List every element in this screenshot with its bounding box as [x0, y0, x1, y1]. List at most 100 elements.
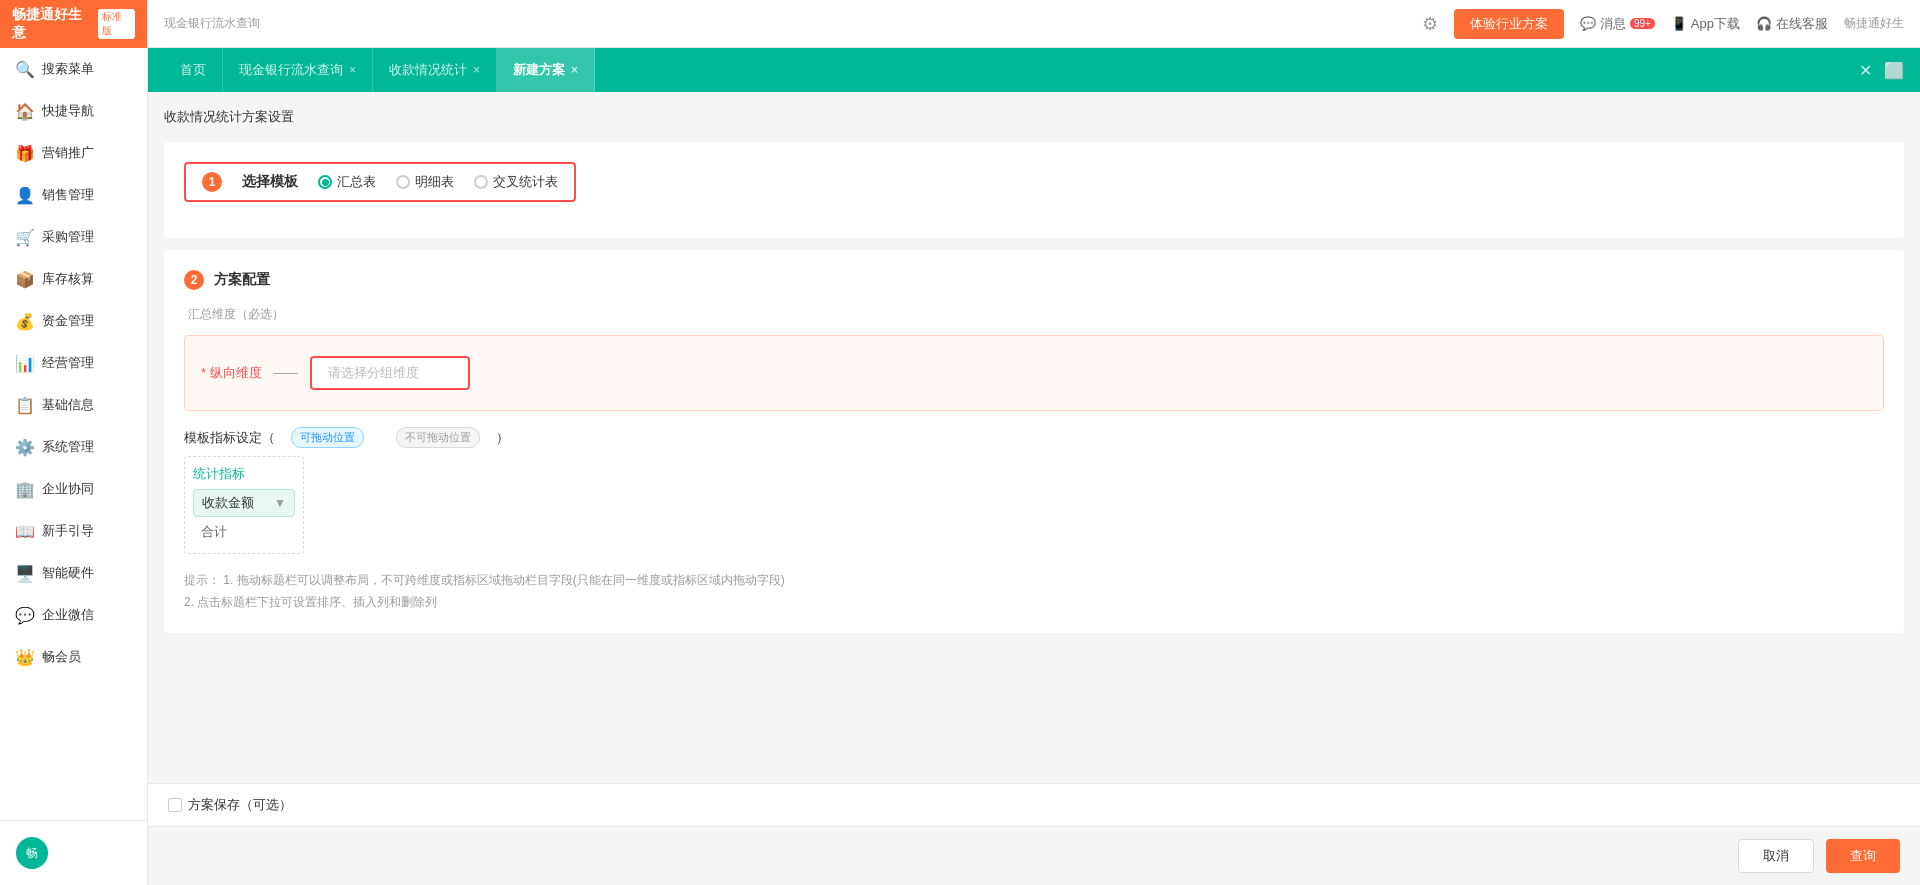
- message-badge: 99+: [1630, 18, 1655, 29]
- tab-new-plan[interactable]: 新建方案 ×: [497, 48, 595, 92]
- topbar-right: 💬 消息 99+ 📱 App下载 🎧 在线客服 畅捷通好生: [1580, 15, 1904, 33]
- sidebar-item-system[interactable]: ⚙️系统管理: [0, 426, 147, 468]
- sidebar-item-quick-nav[interactable]: 🏠快捷导航: [0, 90, 147, 132]
- radio-detail[interactable]: 明细表: [396, 173, 454, 191]
- tab-label-collection-stat: 收款情况统计: [389, 61, 467, 79]
- metrics-config-label: 模板指标设定（: [184, 429, 275, 447]
- template-selection-box: 1 选择模板 汇总表 明细表 交叉统计表: [184, 162, 576, 202]
- sidebar-icon-guide: 📖: [16, 522, 34, 540]
- metrics-config-suffix: ）: [496, 429, 509, 447]
- breadcrumb: 现金银行流水查询: [164, 15, 1406, 32]
- tab-cash-bank[interactable]: 现金银行流水查询 ×: [223, 48, 373, 92]
- sidebar-item-inventory[interactable]: 📦 库存核算: [0, 258, 147, 300]
- sidebar-logo: 畅捷通好生意 标准版: [0, 0, 147, 48]
- online-service-label: 在线客服: [1776, 15, 1828, 33]
- sidebar-label-purchase: 采购管理: [42, 228, 94, 246]
- sidebar-bottom: 畅: [0, 820, 147, 885]
- sidebar-icon-wechat: 💬: [16, 606, 34, 624]
- sidebar-icon-corp: 🏢: [16, 480, 34, 498]
- sidebar-label-wechat: 企业微信: [42, 606, 94, 624]
- sidebar-avatar-area: 畅: [0, 829, 147, 877]
- sidebar-label-sales: 销售管理: [42, 186, 94, 204]
- tab-home[interactable]: 首页: [164, 48, 223, 92]
- page-title: 收款情况统计方案设置: [164, 108, 1904, 126]
- sidebar-label-system: 系统管理: [42, 438, 94, 456]
- tab-label-cash-bank: 现金银行流水查询: [239, 61, 343, 79]
- step1-section: 1 选择模板 汇总表 明细表 交叉统计表: [164, 142, 1904, 238]
- radio-detail-label: 明细表: [415, 173, 454, 191]
- radio-cross[interactable]: 交叉统计表: [474, 173, 558, 191]
- sidebar-icon-quick-nav: 🏠: [16, 102, 34, 120]
- radio-cross-label: 交叉统计表: [493, 173, 558, 191]
- sidebar-label-smart-hw: 智能硬件: [42, 564, 94, 582]
- step1-num: 1: [202, 172, 222, 192]
- sidebar-item-purchase[interactable]: 🛒 采购管理: [0, 216, 147, 258]
- sidebar-icon-member: 👑: [16, 648, 34, 666]
- sidebar: 畅捷通好生意 标准版 🔍搜索菜单🏠快捷导航🎁营销推广 👤 销售管理 🛒 采购管理 📦 库存核…: [0, 0, 148, 885]
- logo-badge: 标准版: [98, 9, 135, 39]
- tips-section: 提示： 1. 拖动标题栏可以调整布局，不可跨维度或指标区域拖动栏目字段(只能在同…: [184, 570, 1884, 613]
- tab-close-collection-stat[interactable]: ×: [473, 63, 480, 77]
- sidebar-icon-search-menu: 🔍: [16, 60, 34, 78]
- sidebar-icon-inventory: 📦: [16, 270, 34, 288]
- tabbar: 首页 现金银行流水查询 × 收款情况统计 × 新建方案 × ✕ ⬜: [148, 48, 1920, 92]
- trial-btn[interactable]: 体验行业方案: [1454, 9, 1564, 39]
- footer-actions: 取消 查询: [148, 826, 1920, 885]
- radio-summary-circle: [318, 175, 332, 189]
- message-label: 消息: [1600, 15, 1626, 33]
- sidebar-item-search-menu[interactable]: 🔍搜索菜单: [0, 48, 147, 90]
- sidebar-label-finance: 资金管理: [42, 312, 94, 330]
- metrics-section: 模板指标设定（ 可拖动位置 不可拖动位置 ） 统计指标 收款金额 ▼ 合计: [184, 427, 1884, 554]
- step2-header: 2 方案配置: [184, 270, 1884, 290]
- sidebar-item-member[interactable]: 👑畅会员: [0, 636, 147, 678]
- sidebar-item-sales[interactable]: 👤 销售管理: [0, 174, 147, 216]
- metrics-card-dropdown-icon[interactable]: ▼: [274, 496, 286, 510]
- sidebar-item-finance[interactable]: 💰资金管理: [0, 300, 147, 342]
- sidebar-item-corp[interactable]: 🏢 企业协同: [0, 468, 147, 510]
- message-btn[interactable]: 💬 消息 99+: [1580, 15, 1655, 33]
- sidebar-label-corp: 企业协同: [42, 480, 94, 498]
- service-icon: 🎧: [1756, 16, 1772, 31]
- non-draggable-badge: 不可拖动位置: [396, 427, 480, 448]
- checkbox-box[interactable]: [168, 798, 182, 812]
- app-icon: 📱: [1671, 16, 1687, 31]
- save-checkbox[interactable]: 方案保存（可选）: [168, 796, 292, 814]
- sidebar-item-marketing[interactable]: 🎁营销推广: [0, 132, 147, 174]
- metrics-card-area: 统计指标 收款金额 ▼ 合计: [184, 456, 304, 554]
- dimension-section-label: 汇总维度（必选）: [184, 306, 1884, 323]
- online-service-btn[interactable]: 🎧 在线客服: [1756, 15, 1828, 33]
- metrics-card[interactable]: 收款金额 ▼: [193, 489, 295, 517]
- sidebar-label-business: 经营管理: [42, 354, 94, 372]
- sidebar-item-business[interactable]: 📊经营管理: [0, 342, 147, 384]
- stats-label: 统计指标: [193, 465, 295, 483]
- gear-icon[interactable]: ⚙: [1422, 13, 1438, 35]
- sidebar-item-smart-hw[interactable]: 🖥️智能硬件: [0, 552, 147, 594]
- dimension-row: * 纵向维度 —— 请选择分组维度: [201, 356, 1867, 390]
- sidebar-item-wechat[interactable]: 💬 企业微信: [0, 594, 147, 636]
- tip-line2: 2. 点击标题栏下拉可设置排序、插入列和删除列: [184, 592, 1884, 614]
- tab-label-home: 首页: [180, 61, 206, 79]
- username: 畅捷通好生: [1844, 15, 1904, 32]
- sidebar-label-guide: 新手引导: [42, 522, 94, 540]
- dimension-select[interactable]: 请选择分组维度: [310, 356, 470, 390]
- metrics-card-label: 收款金额: [202, 494, 254, 512]
- sidebar-icon-sales: 👤: [16, 186, 34, 204]
- sidebar-item-basic-info[interactable]: 📋基础信息: [0, 384, 147, 426]
- sidebar-label-inventory: 库存核算: [42, 270, 94, 288]
- tab-close-cash-bank[interactable]: ×: [349, 63, 356, 77]
- app-download-btn[interactable]: 📱 App下载: [1671, 15, 1740, 33]
- tab-label-new-plan: 新建方案: [513, 61, 565, 79]
- metrics-total: 合计: [193, 519, 295, 545]
- cancel-button[interactable]: 取消: [1738, 839, 1814, 873]
- app-download-label: App下载: [1691, 15, 1740, 33]
- radio-summary[interactable]: 汇总表: [318, 173, 376, 191]
- sidebar-icon-purchase: 🛒: [16, 228, 34, 246]
- maximize-icon[interactable]: ⬜: [1884, 61, 1904, 80]
- tab-close-new-plan[interactable]: ×: [571, 63, 578, 77]
- sidebar-item-guide[interactable]: 📖 新手引导: [0, 510, 147, 552]
- query-button[interactable]: 查询: [1826, 839, 1900, 873]
- close-window-icon[interactable]: ✕: [1859, 61, 1872, 80]
- tab-collection-stat[interactable]: 收款情况统计 ×: [373, 48, 497, 92]
- template-radio-group: 汇总表 明细表 交叉统计表: [318, 173, 558, 191]
- avatar: 畅: [16, 837, 48, 869]
